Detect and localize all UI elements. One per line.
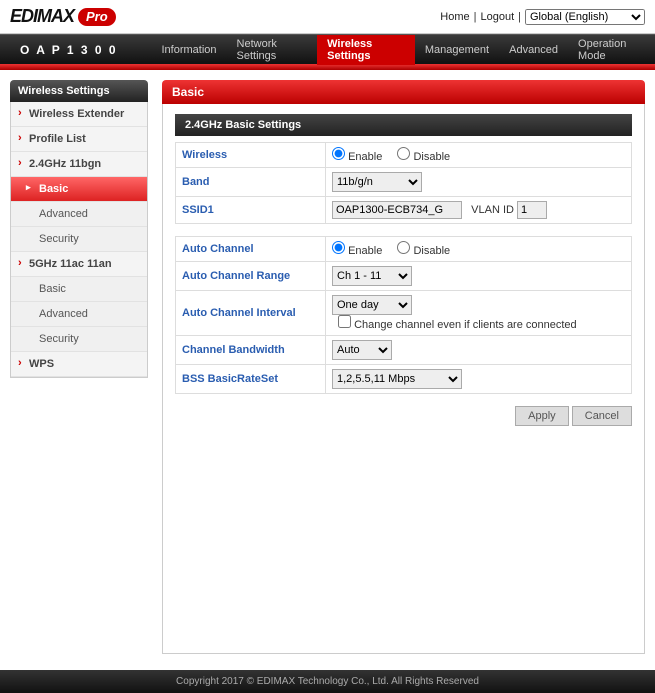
autochannel-range-select[interactable]: Ch 1 - 11 bbox=[332, 266, 412, 286]
sidebar-sub-advanced[interactable]: Advanced bbox=[11, 302, 147, 327]
brand-suffix: Pro bbox=[78, 8, 116, 26]
sidebar-sub-basic[interactable]: Basic bbox=[11, 177, 147, 202]
cancel-button[interactable]: Cancel bbox=[572, 406, 632, 426]
channel-bandwidth-select[interactable]: Auto bbox=[332, 340, 392, 360]
autochannel-disable-radio[interactable] bbox=[397, 241, 410, 254]
brand-logo: EDIMAX Pro bbox=[10, 6, 116, 27]
sidebar-sub-basic[interactable]: Basic bbox=[11, 277, 147, 302]
autochannel-interval-select[interactable]: One day bbox=[332, 295, 412, 315]
home-link[interactable]: Home bbox=[440, 11, 469, 23]
wireless-disable-radio[interactable] bbox=[397, 147, 410, 160]
apply-button[interactable]: Apply bbox=[515, 406, 569, 426]
label-channel-bandwidth: Channel Bandwidth bbox=[176, 336, 326, 365]
sidebar-sub-security[interactable]: Security bbox=[11, 327, 147, 352]
label-ssid1: SSID1 bbox=[176, 197, 326, 224]
sidebar-item-wireless-extender[interactable]: Wireless Extender bbox=[11, 102, 147, 127]
top-tabs: InformationNetwork SettingsWireless Sett… bbox=[152, 35, 655, 65]
page-title: Basic bbox=[162, 80, 645, 104]
sidebar-item-5ghz-11ac-11an[interactable]: 5GHz 11ac 11an bbox=[11, 252, 147, 277]
settings-table-1: Wireless Enable Disable Band 11b/g/n SSI… bbox=[175, 142, 632, 224]
vlanid-input[interactable] bbox=[517, 201, 547, 219]
language-select[interactable]: Global (English) bbox=[525, 9, 645, 25]
field-wireless: Enable Disable bbox=[326, 143, 632, 168]
settings-table-2: Auto Channel Enable Disable Auto Channel… bbox=[175, 236, 632, 394]
footer-text: Copyright 2017 © EDIMAX Technology Co., … bbox=[0, 670, 655, 693]
label-auto-channel: Auto Channel bbox=[176, 237, 326, 262]
label-auto-channel-range: Auto Channel Range bbox=[176, 262, 326, 291]
label-bss-basicrate: BSS BasicRateSet bbox=[176, 365, 326, 394]
bss-basicrate-select[interactable]: 1,2,5.5,11 Mbps bbox=[332, 369, 462, 389]
autochannel-enable-radio[interactable] bbox=[332, 241, 345, 254]
brand-text: EDIMAX bbox=[10, 6, 74, 27]
top-tab-advanced[interactable]: Advanced bbox=[499, 35, 568, 65]
sidebar-sub-advanced[interactable]: Advanced bbox=[11, 202, 147, 227]
sidebar-item-wps[interactable]: WPS bbox=[11, 352, 147, 377]
model-label: O A P 1 3 0 0 bbox=[0, 43, 152, 57]
sidebar-title: Wireless Settings bbox=[10, 80, 148, 102]
label-auto-channel-interval: Auto Channel Interval bbox=[176, 291, 326, 336]
label-vlanid: VLAN ID bbox=[471, 204, 514, 216]
top-tab-information[interactable]: Information bbox=[152, 35, 227, 65]
change-channel-checkbox[interactable] bbox=[338, 315, 351, 328]
sidebar-item-profile-list[interactable]: Profile List bbox=[11, 127, 147, 152]
top-tab-network-settings[interactable]: Network Settings bbox=[227, 35, 318, 65]
top-tab-management[interactable]: Management bbox=[415, 35, 499, 65]
sidebar-list: Wireless ExtenderProfile List2.4GHz 11bg… bbox=[10, 102, 148, 378]
sidebar-item-2-4ghz-11bgn[interactable]: 2.4GHz 11bgn bbox=[11, 152, 147, 177]
section-title: 2.4GHz Basic Settings bbox=[175, 114, 632, 136]
ssid1-input[interactable] bbox=[332, 201, 462, 219]
band-select[interactable]: 11b/g/n bbox=[332, 172, 422, 192]
top-tab-operation-mode[interactable]: Operation Mode bbox=[568, 35, 655, 65]
wireless-enable-radio[interactable] bbox=[332, 147, 345, 160]
label-band: Band bbox=[176, 168, 326, 197]
sidebar-sub-security[interactable]: Security bbox=[11, 227, 147, 252]
logout-link[interactable]: Logout bbox=[480, 11, 514, 23]
label-wireless: Wireless bbox=[176, 143, 326, 168]
top-tab-wireless-settings[interactable]: Wireless Settings bbox=[317, 35, 415, 65]
